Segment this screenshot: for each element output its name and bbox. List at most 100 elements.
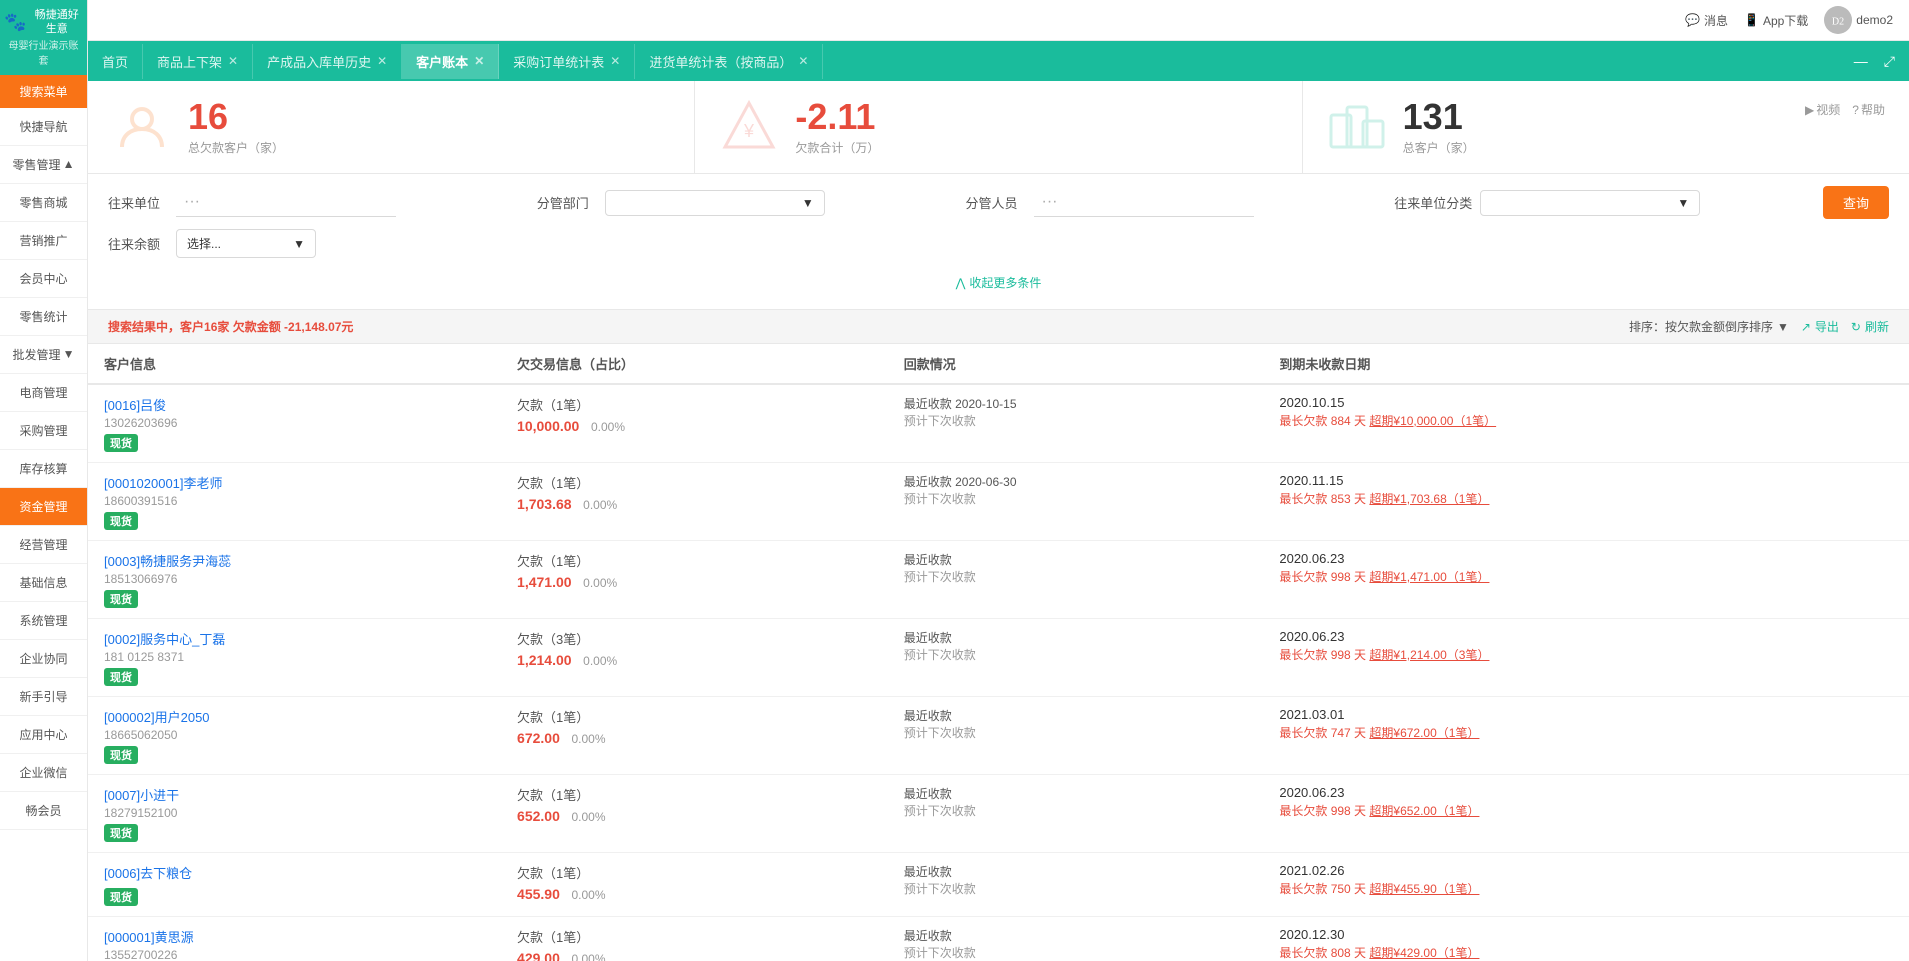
sidebar-item-batch-mgmt[interactable]: 批发管理▼ — [0, 336, 87, 374]
overdue-link-0[interactable]: 超期¥10,000.00（1笔） — [1369, 414, 1496, 428]
sidebar-item-ecom[interactable]: 电商管理 — [0, 374, 87, 412]
customer-badge-0: 现货 — [104, 434, 138, 452]
overdue-link-7[interactable]: 超期¥429.00（1笔） — [1369, 946, 1479, 960]
query-button[interactable]: 查询 — [1823, 186, 1889, 219]
sidebar-item-marketing[interactable]: 营销推广 — [0, 222, 87, 260]
tab-product-history-close[interactable]: ✕ — [377, 54, 387, 68]
tab-import-stat-close[interactable]: ✕ — [798, 54, 808, 68]
balance-select[interactable]: 选择... ▼ — [176, 229, 316, 258]
sidebar-item-quick-nav[interactable]: 快捷导航 — [0, 108, 87, 146]
debt-pct-1: 0.00% — [583, 498, 617, 512]
app-name: 畅捷通好生意 — [30, 8, 83, 37]
unit-class-select[interactable]: ▼ — [1480, 190, 1700, 216]
table-row: [0016]吕俊 13026203696 现货 欠款（1笔） 10,000.00… — [88, 384, 1909, 463]
cell-debt-info-3: 欠款（3笔） 1,214.00 0.00% — [501, 619, 888, 697]
minimize-btn[interactable]: — — [1848, 49, 1874, 73]
tab-purchase-stat[interactable]: 采购订单统计表 ✕ — [499, 44, 635, 79]
customer-badge-4: 现货 — [104, 746, 138, 764]
cell-debt-info-4: 欠款（1笔） 672.00 0.00% — [501, 697, 888, 775]
help-btn[interactable]: ? 帮助 — [1852, 101, 1885, 118]
cell-due-date-3: 2020.06.23 最长欠款 998 天 超期¥1,214.00（3笔） — [1263, 619, 1909, 697]
debt-amount-4: 672.00 — [517, 730, 560, 746]
customer-name-link-7[interactable]: [000001]黄思源 — [104, 930, 194, 945]
collapse-btn[interactable]: ⋀ 收起更多条件 — [108, 268, 1889, 297]
cell-debt-info-0: 欠款（1笔） 10,000.00 0.00% — [501, 384, 888, 463]
export-label: 导出 — [1815, 318, 1839, 335]
avatar — [1824, 6, 1852, 34]
username: demo2 — [1856, 13, 1893, 27]
return-latest-1: 最近收款 2020-06-30 — [904, 473, 1248, 490]
maximize-btn[interactable]: ⤢ — [1878, 49, 1901, 74]
cell-due-date-6: 2021.02.26 最长欠款 750 天 超期¥455.90（1笔） — [1263, 853, 1909, 917]
cell-customer-info-3: [0002]服务中心_丁磊 181 0125 8371 现货 — [88, 619, 501, 697]
sidebar-item-apps[interactable]: 应用中心 — [0, 716, 87, 754]
sidebar-item-wxwork[interactable]: 企业微信 — [0, 754, 87, 792]
message-btn[interactable]: 💬 消息 — [1685, 12, 1728, 29]
filter-row-2: 往来余额 选择... ▼ — [108, 229, 1889, 258]
tab-customer-account[interactable]: 客户账本 ✕ — [402, 44, 499, 79]
customer-name-link-4[interactable]: [000002]用户2050 — [104, 710, 210, 725]
debt-pct-5: 0.00% — [572, 810, 606, 824]
tab-product-history[interactable]: 产成品入库单历史 ✕ — [253, 44, 402, 79]
overdue-link-5[interactable]: 超期¥652.00（1笔） — [1369, 804, 1479, 818]
dept-select[interactable]: ▼ — [605, 190, 825, 216]
overdue-2: 最长欠款 998 天 超期¥1,471.00（1笔） — [1279, 568, 1893, 585]
tab-product-history-label: 产成品入库单历史 — [267, 52, 371, 71]
sidebar-item-member2[interactable]: 畅会员 — [0, 792, 87, 830]
overdue-link-1[interactable]: 超期¥1,703.68（1笔） — [1369, 492, 1489, 506]
return-latest-2: 最近收款 — [904, 551, 1248, 568]
customer-name-link-0[interactable]: [0016]吕俊 — [104, 398, 166, 413]
customer-name-link-5[interactable]: [0007]小进干 — [104, 788, 179, 803]
return-latest-5: 最近收款 — [904, 785, 1248, 802]
staff-input[interactable]: ··· — [1034, 188, 1254, 217]
sidebar-item-inventory[interactable]: 库存核算 — [0, 450, 87, 488]
sidebar-item-corp[interactable]: 企业协同 — [0, 640, 87, 678]
tab-import-stat[interactable]: 进货单统计表（按商品） ✕ — [635, 44, 823, 79]
tab-customer-account-close[interactable]: ✕ — [474, 54, 484, 68]
filter-staff: 分管人员 ··· — [966, 188, 1379, 217]
sidebar-item-sys[interactable]: 系统管理 — [0, 602, 87, 640]
app-download-btn[interactable]: 📱 App下载 — [1744, 12, 1808, 29]
cell-return-3: 最近收款 预计下次收款 — [888, 619, 1264, 697]
customer-phone-3: 181 0125 8371 — [104, 650, 485, 664]
sidebar-item-retail-mall[interactable]: 零售商城 — [0, 184, 87, 222]
results-bar: 搜索结果中，客户16家 欠款金额 -21,148.07元 排序：按欠款金额倒序排… — [88, 310, 1909, 344]
sidebar-item-retail-mgmt[interactable]: 零售管理▲ — [0, 146, 87, 184]
table-row: [0002]服务中心_丁磊 181 0125 8371 现货 欠款（3笔） 1,… — [88, 619, 1909, 697]
overdue-link-6[interactable]: 超期¥455.90（1笔） — [1369, 882, 1479, 896]
tab-purchase-stat-label: 采购订单统计表 — [513, 52, 604, 71]
sidebar-item-capital[interactable]: 资金管理 — [0, 488, 87, 526]
sort-control[interactable]: 排序：按欠款金额倒序排序 ▼ — [1629, 318, 1789, 335]
sidebar-item-purchase[interactable]: 采购管理 — [0, 412, 87, 450]
debt-amount-2: 1,471.00 — [517, 574, 572, 590]
sidebar-item-retail-stat[interactable]: 零售统计 — [0, 298, 87, 336]
customer-name-link-1[interactable]: [0001020001]李老师 — [104, 476, 223, 491]
from-unit-input[interactable]: ··· — [176, 188, 396, 217]
video-btn[interactable]: ▶ 视频 — [1805, 101, 1840, 118]
customer-name-link-6[interactable]: [0006]去下粮仓 — [104, 866, 192, 881]
overdue-link-4[interactable]: 超期¥672.00（1笔） — [1369, 726, 1479, 740]
tab-home[interactable]: 首页 — [88, 44, 143, 79]
tab-product-on-off[interactable]: 商品上下架 ✕ — [143, 44, 253, 79]
overdue-4: 最长欠款 747 天 超期¥672.00（1笔） — [1279, 724, 1893, 741]
refresh-btn[interactable]: ↻ 刷新 — [1851, 318, 1889, 335]
user-menu[interactable]: demo2 — [1824, 6, 1893, 34]
customer-name-link-3[interactable]: [0002]服务中心_丁磊 — [104, 632, 225, 647]
tab-purchase-stat-close[interactable]: ✕ — [610, 54, 620, 68]
tabs-end-buttons: — ⤢ — [1848, 49, 1909, 74]
overdue-link-2[interactable]: 超期¥1,471.00（1笔） — [1369, 570, 1489, 584]
overdue-link-3[interactable]: 超期¥1,214.00（3笔） — [1369, 648, 1489, 662]
export-btn[interactable]: ↗ 导出 — [1801, 318, 1839, 335]
sidebar-item-ops[interactable]: 经营管理 — [0, 526, 87, 564]
customer-phone-5: 18279152100 — [104, 806, 485, 820]
return-next-0: 预计下次收款 — [904, 412, 1248, 429]
due-date-6: 2021.02.26 — [1279, 863, 1893, 878]
search-menu[interactable]: 搜索菜单 — [0, 75, 87, 108]
customer-name-link-2[interactable]: [0003]畅捷服务尹海蕊 — [104, 554, 231, 569]
sidebar-item-newbie[interactable]: 新手引导 — [0, 678, 87, 716]
sidebar-item-basic[interactable]: 基础信息 — [0, 564, 87, 602]
cell-return-5: 最近收款 预计下次收款 — [888, 775, 1264, 853]
cell-debt-info-7: 欠款（1笔） 429.00 0.00% — [501, 917, 888, 961]
sidebar-item-member[interactable]: 会员中心 — [0, 260, 87, 298]
tab-product-on-off-close[interactable]: ✕ — [228, 54, 238, 68]
